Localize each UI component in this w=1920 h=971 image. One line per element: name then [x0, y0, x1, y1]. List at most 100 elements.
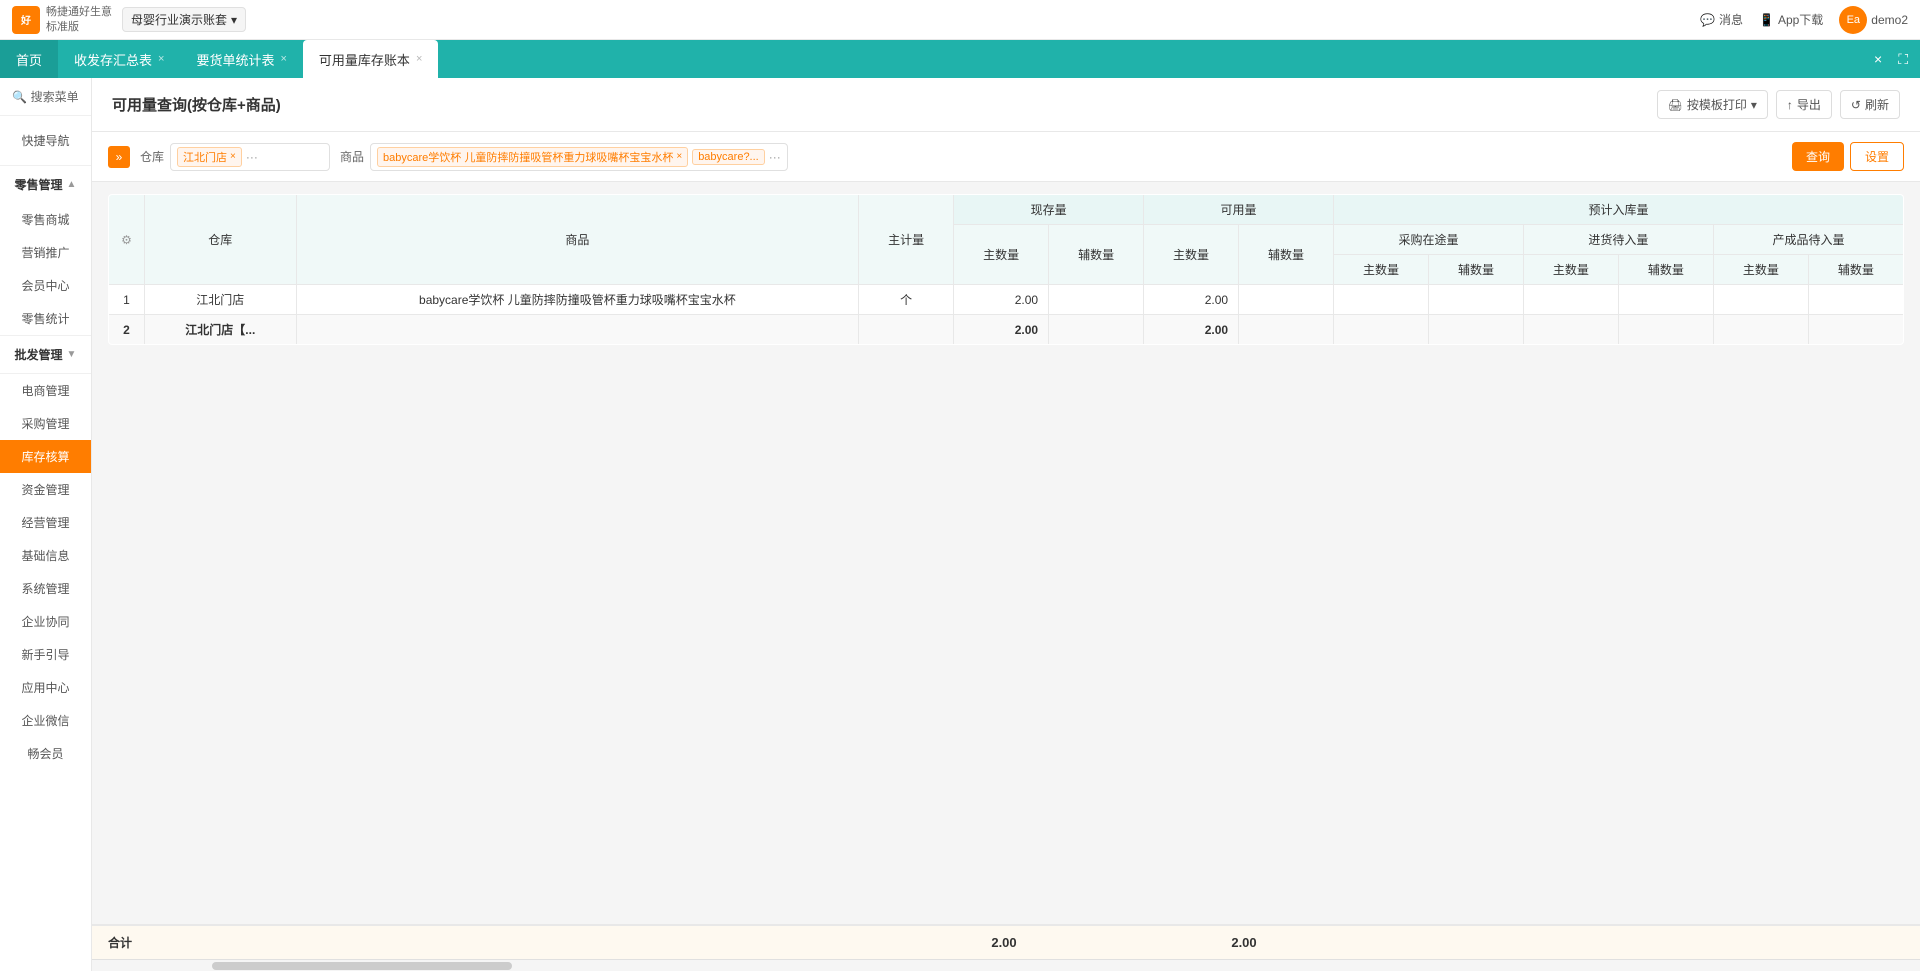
sidebar: 🔍 搜索菜单 快捷导航 零售管理 ▲ 零售商城 营销推广 会员中心 零售统计 批… — [0, 78, 92, 971]
row-pur-transit-main — [1334, 315, 1429, 345]
row-inbound-main — [1523, 315, 1618, 345]
export-button[interactable]: ↑ 导出 — [1776, 90, 1832, 119]
warehouse-more-indicator[interactable]: ··· — [246, 150, 258, 164]
nav-tabs-actions: × ⛶ — [1870, 47, 1920, 72]
row-inbound-aux — [1618, 285, 1713, 315]
sidebar-item-members[interactable]: 会员中心 — [0, 269, 91, 302]
row-pur-transit-aux — [1428, 285, 1523, 315]
warehouse-filter-tags[interactable]: 江北门店 × ··· — [170, 143, 330, 171]
sidebar-item-purchase[interactable]: 采购管理 — [0, 407, 91, 440]
sidebar-item-retail-mall[interactable]: 零售商城 — [0, 203, 91, 236]
footer-label: 合计 — [108, 934, 188, 951]
sidebar-item-inventory[interactable]: 库存核算 — [0, 440, 91, 473]
close-tab-available-stock[interactable]: × — [416, 53, 422, 65]
product-col-header: 商品 — [296, 195, 859, 285]
sidebar-section-retail-header[interactable]: 零售管理 ▲ — [0, 166, 91, 203]
scrollbar-thumb[interactable] — [212, 962, 512, 970]
row-avail-aux — [1239, 285, 1334, 315]
row-pur-transit-main — [1334, 285, 1429, 315]
query-button[interactable]: 查询 — [1792, 142, 1844, 171]
horizontal-scrollbar[interactable] — [92, 959, 1920, 971]
search-icon: 🔍 — [12, 90, 27, 104]
tab-home[interactable]: 首页 — [0, 40, 58, 78]
content-area: 可用量查询(按仓库+商品) 🖨 按模板打印 ▾ ↑ 导出 ↺ 刷新 » — [92, 78, 1920, 971]
page-header: 可用量查询(按仓库+商品) 🖨 按模板打印 ▾ ↑ 导出 ↺ 刷新 — [92, 78, 1920, 132]
remove-product-tag-1[interactable]: × — [676, 151, 682, 162]
top-bar-right: 💬 消息 📱 App下载 Ea demo2 — [1700, 6, 1908, 34]
refresh-icon: ↺ — [1851, 98, 1861, 112]
row-unit: 个 — [859, 285, 954, 315]
row-prod-main — [1713, 315, 1808, 345]
sidebar-item-retail-stats[interactable]: 零售统计 — [0, 302, 91, 335]
current-stock-col-header: 现存量 — [954, 195, 1144, 225]
sidebar-item-system[interactable]: 系统管理 — [0, 572, 91, 605]
sidebar-item-enterprise[interactable]: 企业协同 — [0, 605, 91, 638]
product-tag-2: babycare?... — [692, 149, 765, 165]
pur-transit-main-header: 主数量 — [1334, 255, 1429, 285]
row-prod-aux — [1808, 315, 1903, 345]
row-stock-aux — [1049, 315, 1144, 345]
close-tab-demand-stats[interactable]: × — [280, 53, 286, 65]
sidebar-item-member[interactable]: 畅会员 — [0, 737, 91, 770]
row-prod-main — [1713, 285, 1808, 315]
sidebar-item-marketing[interactable]: 营销推广 — [0, 236, 91, 269]
footer-avail-total: 2.00 — [1184, 935, 1304, 950]
table-footer: 合计 2.00 2.00 — [92, 924, 1920, 959]
row-unit — [859, 315, 954, 345]
sidebar-section-retail: 零售管理 ▲ 零售商城 营销推广 会员中心 零售统计 — [0, 166, 91, 336]
product-filter-tags[interactable]: babycare学饮杯 儿童防摔防撞吸管杯重力球吸嘴杯宝宝水杯 × babyca… — [370, 143, 788, 171]
row-stock-main: 2.00 — [954, 285, 1049, 315]
product-pending-header: 产成品待入量 — [1713, 225, 1903, 255]
print-button[interactable]: 🖨 按模板打印 ▾ — [1657, 90, 1768, 119]
remove-warehouse-tag[interactable]: × — [230, 151, 236, 162]
refresh-button[interactable]: ↺ 刷新 — [1840, 90, 1900, 119]
purchase-transit-header: 采购在途量 — [1334, 225, 1524, 255]
row-inbound-main — [1523, 285, 1618, 315]
tab-receive-send[interactable]: 收发存汇总表 × — [58, 40, 180, 78]
industry-selector[interactable]: 母婴行业演示账套 ▾ — [122, 7, 246, 32]
settings-button[interactable]: 设置 — [1850, 142, 1904, 171]
pur-transit-aux-header: 辅数量 — [1428, 255, 1523, 285]
app-download-button[interactable]: 📱 App下载 — [1759, 11, 1823, 28]
sidebar-item-newbie[interactable]: 新手引导 — [0, 638, 91, 671]
close-all-tabs-button[interactable]: × — [1870, 47, 1886, 71]
close-tab-receive-send[interactable]: × — [158, 53, 164, 65]
inbound-aux-header: 辅数量 — [1618, 255, 1713, 285]
row-stock-aux — [1049, 285, 1144, 315]
stock-main-qty-header: 主数量 — [954, 225, 1049, 285]
sidebar-item-wechat[interactable]: 企业微信 — [0, 704, 91, 737]
nav-tabs: 首页 收发存汇总表 × 要货单统计表 × 可用量库存账本 × × ⛶ — [0, 40, 1920, 78]
avail-aux-qty-header: 辅数量 — [1239, 225, 1334, 285]
filter-expand-button[interactable]: » — [108, 146, 130, 168]
messages-button[interactable]: 💬 消息 — [1700, 11, 1743, 28]
download-icon: 📱 — [1759, 13, 1774, 27]
sidebar-section-wholesale-header[interactable]: 批发管理 ▼ — [0, 336, 91, 373]
product-filter-group: 商品 babycare学饮杯 儿童防摔防撞吸管杯重力球吸嘴杯宝宝水杯 × bab… — [340, 143, 788, 171]
available-col-header: 可用量 — [1144, 195, 1334, 225]
sidebar-item-basic[interactable]: 基础信息 — [0, 539, 91, 572]
top-bar-left: 好 畅捷通好生意 标准版 母婴行业演示账套 ▾ — [12, 5, 246, 34]
row-stock-main: 2.00 — [954, 315, 1049, 345]
row-avail-aux — [1239, 315, 1334, 345]
sidebar-quick-nav: 快捷导航 — [0, 116, 91, 166]
chevron-down-icon: ▼ — [67, 349, 77, 360]
tab-available-stock[interactable]: 可用量库存账本 × — [303, 40, 438, 78]
page-actions: 🖨 按模板打印 ▾ ↑ 导出 ↺ 刷新 — [1657, 90, 1900, 119]
tab-demand-stats[interactable]: 要货单统计表 × — [180, 40, 302, 78]
fullscreen-button[interactable]: ⛶ — [1894, 47, 1912, 72]
table-settings-icon[interactable]: ⚙ — [121, 233, 132, 247]
user-menu[interactable]: Ea demo2 — [1839, 6, 1908, 34]
prod-aux-header: 辅数量 — [1808, 255, 1903, 285]
logo: 好 畅捷通好生意 标准版 — [12, 5, 112, 34]
row-no: 2 — [109, 315, 145, 345]
sidebar-search[interactable]: 🔍 搜索菜单 — [0, 78, 91, 116]
table-row: 2 江北门店【... 2.00 2.00 — [109, 315, 1904, 345]
avatar: Ea — [1839, 6, 1867, 34]
sidebar-item-finance[interactable]: 资金管理 — [0, 473, 91, 506]
sidebar-item-operation[interactable]: 经营管理 — [0, 506, 91, 539]
sidebar-item-appstore[interactable]: 应用中心 — [0, 671, 91, 704]
sidebar-item-quicknav[interactable]: 快捷导航 — [0, 124, 91, 157]
sidebar-item-ecommerce[interactable]: 电商管理 — [0, 374, 91, 407]
print-icon: 🖨 — [1668, 98, 1683, 112]
product-more-indicator[interactable]: ··· — [769, 150, 781, 164]
